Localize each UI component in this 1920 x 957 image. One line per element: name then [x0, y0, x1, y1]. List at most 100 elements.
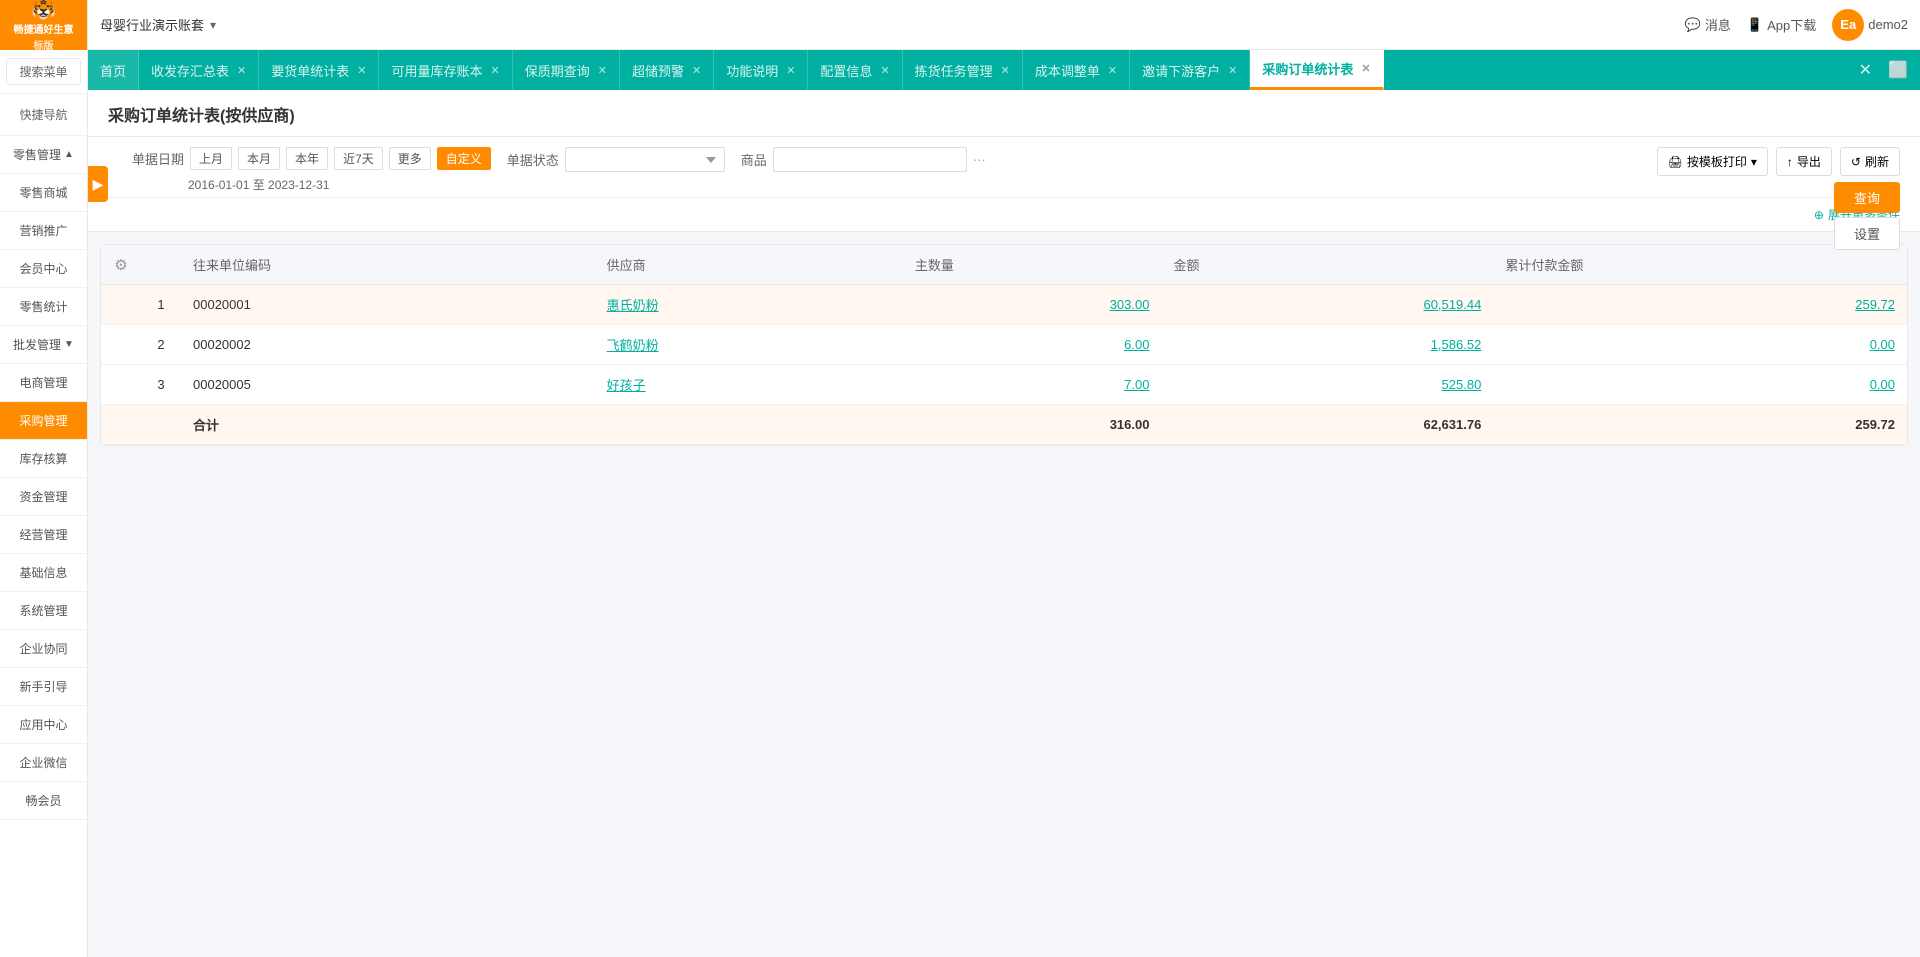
date-more-button[interactable]: 更多: [389, 147, 431, 170]
sidebar-item-label: 零售统计: [19, 298, 67, 315]
supplier-link[interactable]: 惠氏奶粉: [607, 298, 659, 313]
tab-function-desc[interactable]: 功能说明 ✕: [714, 50, 808, 90]
tab-label: 要货单统计表: [271, 61, 349, 80]
goods-label: 商品: [741, 150, 767, 169]
tab-close-icon[interactable]: ✕: [357, 64, 366, 77]
tab-config-info[interactable]: 配置信息 ✕: [808, 50, 902, 90]
sidebar-item-basic-info[interactable]: 基础信息: [0, 554, 87, 592]
tab-close-icon[interactable]: ✕: [1228, 64, 1237, 77]
sidebar-item-inventory[interactable]: 库存核算: [0, 440, 87, 478]
date-this-year-button[interactable]: 本年: [286, 147, 328, 170]
sidebar-item-enterprise-wechat[interactable]: 企业微信: [0, 744, 87, 782]
tab-purchase-stat[interactable]: 采购订单统计表 ✕: [1250, 50, 1383, 90]
table-footer: 合计 316.00 62,631.76 259.72: [101, 405, 1907, 445]
main-area: 母婴行业演示账套 ▾ 💬 消息 📱 App下载 Ea demo2 首页 收发存汇…: [88, 0, 1920, 957]
date-label: 单据日期: [132, 149, 184, 168]
tab-close-icon[interactable]: ✕: [786, 64, 795, 77]
date-custom-button[interactable]: 自定义: [437, 147, 491, 170]
sidebar-item-label: 基础信息: [19, 564, 67, 581]
table-settings-icon[interactable]: ⚙: [114, 257, 127, 274]
top-bar-right: 💬 消息 📱 App下载 Ea demo2: [1685, 9, 1908, 41]
shortcut-nav-button[interactable]: 快捷导航: [6, 102, 81, 127]
th-supplier: 供应商: [595, 245, 903, 285]
tab-close-icon[interactable]: ✕: [491, 64, 500, 77]
date-range-text: 2016-01-01 至 2023-12-31: [188, 178, 329, 192]
sidebar-item-member-vip[interactable]: 畅会员: [0, 782, 87, 820]
date-this-month-button[interactable]: 本月: [238, 147, 280, 170]
sidebar-item-wholesale[interactable]: 批发管理 ▼: [0, 326, 87, 364]
sidebar-search-section: 搜索菜单: [0, 50, 87, 94]
paid-link[interactable]: 259.72: [1855, 297, 1895, 312]
tab-expiry-query[interactable]: 保质期查询 ✕: [513, 50, 620, 90]
supplier-link[interactable]: 飞鹤奶粉: [607, 338, 659, 353]
setting-button[interactable]: 设置: [1834, 217, 1900, 250]
tab-close-icon[interactable]: ✕: [1108, 64, 1117, 77]
sidebar-item-operations[interactable]: 经营管理: [0, 516, 87, 554]
sidebar-item-system[interactable]: 系统管理: [0, 592, 87, 630]
qty-link[interactable]: 7.00: [1124, 377, 1149, 392]
tab-pick-task[interactable]: 拣货任务管理 ✕: [903, 50, 1023, 90]
filter-toggle-button[interactable]: ▶: [88, 166, 108, 202]
paid-link[interactable]: 0.00: [1870, 337, 1895, 352]
search-menu-button[interactable]: 搜索菜单: [6, 58, 81, 85]
expand-more-row: ⊕ 展开更多条件: [108, 197, 1900, 231]
tab-goods-stat[interactable]: 要货单统计表 ✕: [259, 50, 379, 90]
amount-link[interactable]: 525.80: [1442, 377, 1482, 392]
tab-home[interactable]: 首页: [88, 50, 139, 90]
goods-input[interactable]: [773, 147, 967, 172]
query-button[interactable]: 查询: [1834, 182, 1900, 213]
table-row[interactable]: 2 00020002 飞鹤奶粉 6.00 1,586.52 0.00: [101, 325, 1907, 365]
sidebar-item-enterprise-collab[interactable]: 企业协同: [0, 630, 87, 668]
tab-close-icon[interactable]: ✕: [1361, 62, 1370, 75]
table-row[interactable]: 3 00020005 好孩子 7.00 525.80 0.00: [101, 365, 1907, 405]
tab-close-icon[interactable]: ✕: [237, 64, 246, 77]
sidebar-item-marketing[interactable]: 营销推广: [0, 212, 87, 250]
supplier-link[interactable]: 好孩子: [607, 378, 646, 393]
status-select[interactable]: [565, 147, 725, 172]
paid-link[interactable]: 0.00: [1870, 377, 1895, 392]
th-num: [141, 245, 181, 285]
tab-cost-adjust[interactable]: 成本调整单 ✕: [1023, 50, 1130, 90]
refresh-button[interactable]: ↺ 刷新: [1840, 147, 1900, 176]
tab-close-all-button[interactable]: ✕: [1855, 56, 1876, 84]
tab-inventory-account[interactable]: 可用量库存账本 ✕: [379, 50, 512, 90]
tab-close-icon[interactable]: ✕: [692, 64, 701, 77]
table-row[interactable]: 1 00020001 惠氏奶粉 303.00 60,519.44 259.72: [101, 285, 1907, 325]
tab-overstock-warning[interactable]: 超储预警 ✕: [620, 50, 714, 90]
sidebar-item-retail-shop[interactable]: 零售商城: [0, 174, 87, 212]
sidebar-item-member[interactable]: 会员中心: [0, 250, 87, 288]
tab-label: 可用量库存账本: [391, 61, 482, 80]
message-button[interactable]: 💬 消息: [1685, 15, 1731, 34]
tab-close-icon[interactable]: ✕: [598, 64, 607, 77]
amount-link[interactable]: 1,586.52: [1431, 337, 1482, 352]
user-avatar-area[interactable]: Ea demo2: [1832, 9, 1908, 41]
print-button[interactable]: 🖨 按模板打印 ▾: [1657, 147, 1768, 176]
goods-more-icon[interactable]: ···: [973, 152, 986, 167]
qty-link[interactable]: 303.00: [1110, 297, 1150, 312]
sidebar-item-finance[interactable]: 资金管理: [0, 478, 87, 516]
date-7days-button[interactable]: 近7天: [334, 147, 383, 170]
sidebar-item-new-guide[interactable]: 新手引导: [0, 668, 87, 706]
qty-link[interactable]: 6.00: [1124, 337, 1149, 352]
sidebar-item-app-center[interactable]: 应用中心: [0, 706, 87, 744]
sidebar-item-purchase[interactable]: 采购管理: [0, 402, 87, 440]
tab-maximize-button[interactable]: ⬜: [1884, 56, 1912, 84]
amount-link[interactable]: 60,519.44: [1423, 297, 1481, 312]
sidebar-item-retail-stat[interactable]: 零售统计: [0, 288, 87, 326]
date-last-month-button[interactable]: 上月: [190, 147, 232, 170]
sidebar-item-ecommerce[interactable]: 电商管理: [0, 364, 87, 402]
workspace-dropdown-icon[interactable]: ▾: [210, 18, 216, 32]
sidebar-item-label: 应用中心: [19, 716, 67, 733]
sidebar-item-label: 资金管理: [19, 488, 67, 505]
tab-close-icon[interactable]: ✕: [880, 64, 889, 77]
tab-close-icon[interactable]: ✕: [1001, 64, 1010, 77]
export-button[interactable]: ↑ 导出: [1776, 147, 1832, 176]
tab-label: 超储预警: [632, 61, 684, 80]
sidebar-item-retail[interactable]: 零售管理 ▲: [0, 136, 87, 174]
tab-receive-send[interactable]: 收发存汇总表 ✕: [139, 50, 259, 90]
app-download-button[interactable]: 📱 App下载: [1747, 15, 1816, 34]
footer-qty: 316.00: [903, 405, 1162, 445]
logo-sub: 标版: [34, 37, 54, 52]
tab-invite-downstream[interactable]: 邀请下游客户 ✕: [1130, 50, 1250, 90]
sidebar-shortcut-section: 快捷导航: [0, 94, 87, 136]
